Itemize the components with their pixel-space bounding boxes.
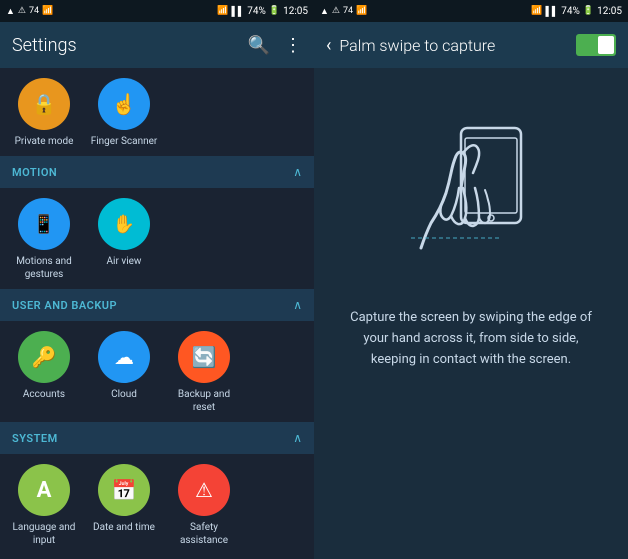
palm-swipe-title: Palm swipe to capture	[339, 36, 568, 55]
cloud-label: Cloud	[111, 388, 137, 401]
notification-icon: ▲	[6, 6, 15, 17]
date-time-icon: 📅	[98, 464, 150, 516]
status-bar-right: 📶 ▌▌ 74% 🔋 12:05	[217, 6, 308, 17]
user-backup-section-arrow: ∧	[293, 298, 302, 312]
motion-icon-row: 📱 Motions and gestures ✋ Air view	[0, 188, 314, 289]
battery-icon-left: 74	[29, 6, 39, 16]
right-battery-small: 74	[343, 6, 353, 16]
toggle-knob	[598, 36, 614, 54]
palm-swipe-header: ‹ Palm swipe to capture	[314, 22, 628, 68]
accounts-label: Accounts	[23, 388, 65, 401]
backup-reset-item[interactable]: 🔄 Backup and reset	[168, 331, 240, 414]
finger-scanner-label: Finger Scanner	[91, 135, 158, 148]
time-left: 12:05	[283, 6, 308, 17]
private-mode-label: Private mode	[15, 135, 74, 148]
settings-title: Settings	[12, 35, 77, 56]
wifi-icon: 📶	[217, 6, 228, 16]
palm-swipe-toggle[interactable]	[576, 34, 616, 56]
cloud-item[interactable]: ☁ Cloud	[88, 331, 160, 414]
accounts-item[interactable]: 🔑 Accounts	[8, 331, 80, 414]
air-view-label: Air view	[107, 255, 142, 268]
right-signal-small: 📶	[356, 6, 367, 16]
system-section-header[interactable]: SYSTEM ∧	[0, 422, 314, 454]
signal-icon-small: 📶	[42, 6, 53, 16]
language-input-item[interactable]: A Language and input	[8, 464, 80, 547]
accounts-icon: 🔑	[18, 331, 70, 383]
motion-section-arrow: ∧	[293, 165, 302, 179]
right-wifi-icon: 📶	[531, 6, 542, 16]
system-section-title: SYSTEM	[12, 432, 58, 445]
motions-gestures-icon: 📱	[18, 198, 70, 250]
settings-list: 🔒 Private mode ☝ Finger Scanner MOTION ∧…	[0, 68, 314, 559]
right-battery-percent: 74%	[561, 6, 580, 17]
motion-section-header[interactable]: MOTION ∧	[0, 156, 314, 188]
palm-swipe-svg	[391, 88, 551, 288]
backup-reset-label: Backup and reset	[168, 388, 240, 414]
user-backup-section-header[interactable]: USER AND BACKUP ∧	[0, 289, 314, 321]
date-time-label: Date and time	[93, 521, 155, 534]
right-battery-icon: 🔋	[583, 6, 594, 16]
right-notification-icon: ▲	[320, 6, 329, 17]
user-backup-icon-row: 🔑 Accounts ☁ Cloud 🔄 Backup and reset	[0, 321, 314, 422]
search-icon[interactable]: 🔍	[248, 35, 270, 56]
palm-swipe-panel: ▲ ⚠ 74 📶 📶 ▌▌ 74% 🔋 12:05 ‹ Palm swipe t…	[314, 0, 628, 559]
language-input-label: Language and input	[8, 521, 80, 547]
status-bar-left-icons: ▲ ⚠ 74 📶	[6, 6, 53, 17]
back-button[interactable]: ‹	[326, 35, 331, 56]
battery-percent-left: 74%	[247, 6, 266, 17]
right-signal-bars: ▌▌	[546, 6, 559, 17]
right-time: 12:05	[597, 6, 622, 17]
overflow-menu-icon[interactable]: ⋮	[284, 35, 302, 56]
battery-icon-status: 🔋	[269, 6, 280, 16]
user-backup-section-title: USER AND BACKUP	[12, 299, 117, 312]
palm-swipe-description: Capture the screen by swiping the edge o…	[334, 308, 608, 370]
air-view-item[interactable]: ✋ Air view	[88, 198, 160, 281]
private-mode-item[interactable]: 🔒 Private mode	[8, 78, 80, 148]
hand-illustration	[391, 88, 551, 288]
right-status-left: ▲ ⚠ 74 📶	[320, 6, 367, 17]
system-section-arrow: ∧	[293, 431, 302, 445]
right-alert-icon: ⚠	[332, 6, 340, 16]
backup-reset-icon: 🔄	[178, 331, 230, 383]
right-status-bar: ▲ ⚠ 74 📶 📶 ▌▌ 74% 🔋 12:05	[314, 0, 628, 22]
private-mode-icon: 🔒	[18, 78, 70, 130]
palm-swipe-content: Capture the screen by swiping the edge o…	[314, 68, 628, 559]
air-view-icon: ✋	[98, 198, 150, 250]
system-icon-row: A Language and input 📅 Date and time ⚠ S…	[0, 454, 314, 555]
signal-bars: ▌▌	[232, 6, 245, 17]
finger-scanner-icon: ☝	[98, 78, 150, 130]
settings-panel: ▲ ⚠ 74 📶 📶 ▌▌ 74% 🔋 12:05 Settings 🔍 ⋮ 🔒	[0, 0, 314, 559]
motion-section-title: MOTION	[12, 166, 57, 179]
top-icon-row: 🔒 Private mode ☝ Finger Scanner	[0, 68, 314, 156]
right-status-right: 📶 ▌▌ 74% 🔋 12:05	[531, 6, 622, 17]
safety-assistance-label: Safety assistance	[168, 521, 240, 547]
alert-icon: ⚠	[18, 6, 26, 16]
cloud-icon: ☁	[98, 331, 150, 383]
motions-gestures-item[interactable]: 📱 Motions and gestures	[8, 198, 80, 281]
settings-header: Settings 🔍 ⋮	[0, 22, 314, 68]
safety-assistance-item[interactable]: ⚠ Safety assistance	[168, 464, 240, 547]
header-actions: 🔍 ⋮	[248, 35, 302, 56]
language-input-icon: A	[18, 464, 70, 516]
motions-gestures-label: Motions and gestures	[8, 255, 80, 281]
finger-scanner-item[interactable]: ☝ Finger Scanner	[88, 78, 160, 148]
date-time-item[interactable]: 📅 Date and time	[88, 464, 160, 547]
safety-assistance-icon: ⚠	[178, 464, 230, 516]
left-status-bar: ▲ ⚠ 74 📶 📶 ▌▌ 74% 🔋 12:05	[0, 0, 314, 22]
